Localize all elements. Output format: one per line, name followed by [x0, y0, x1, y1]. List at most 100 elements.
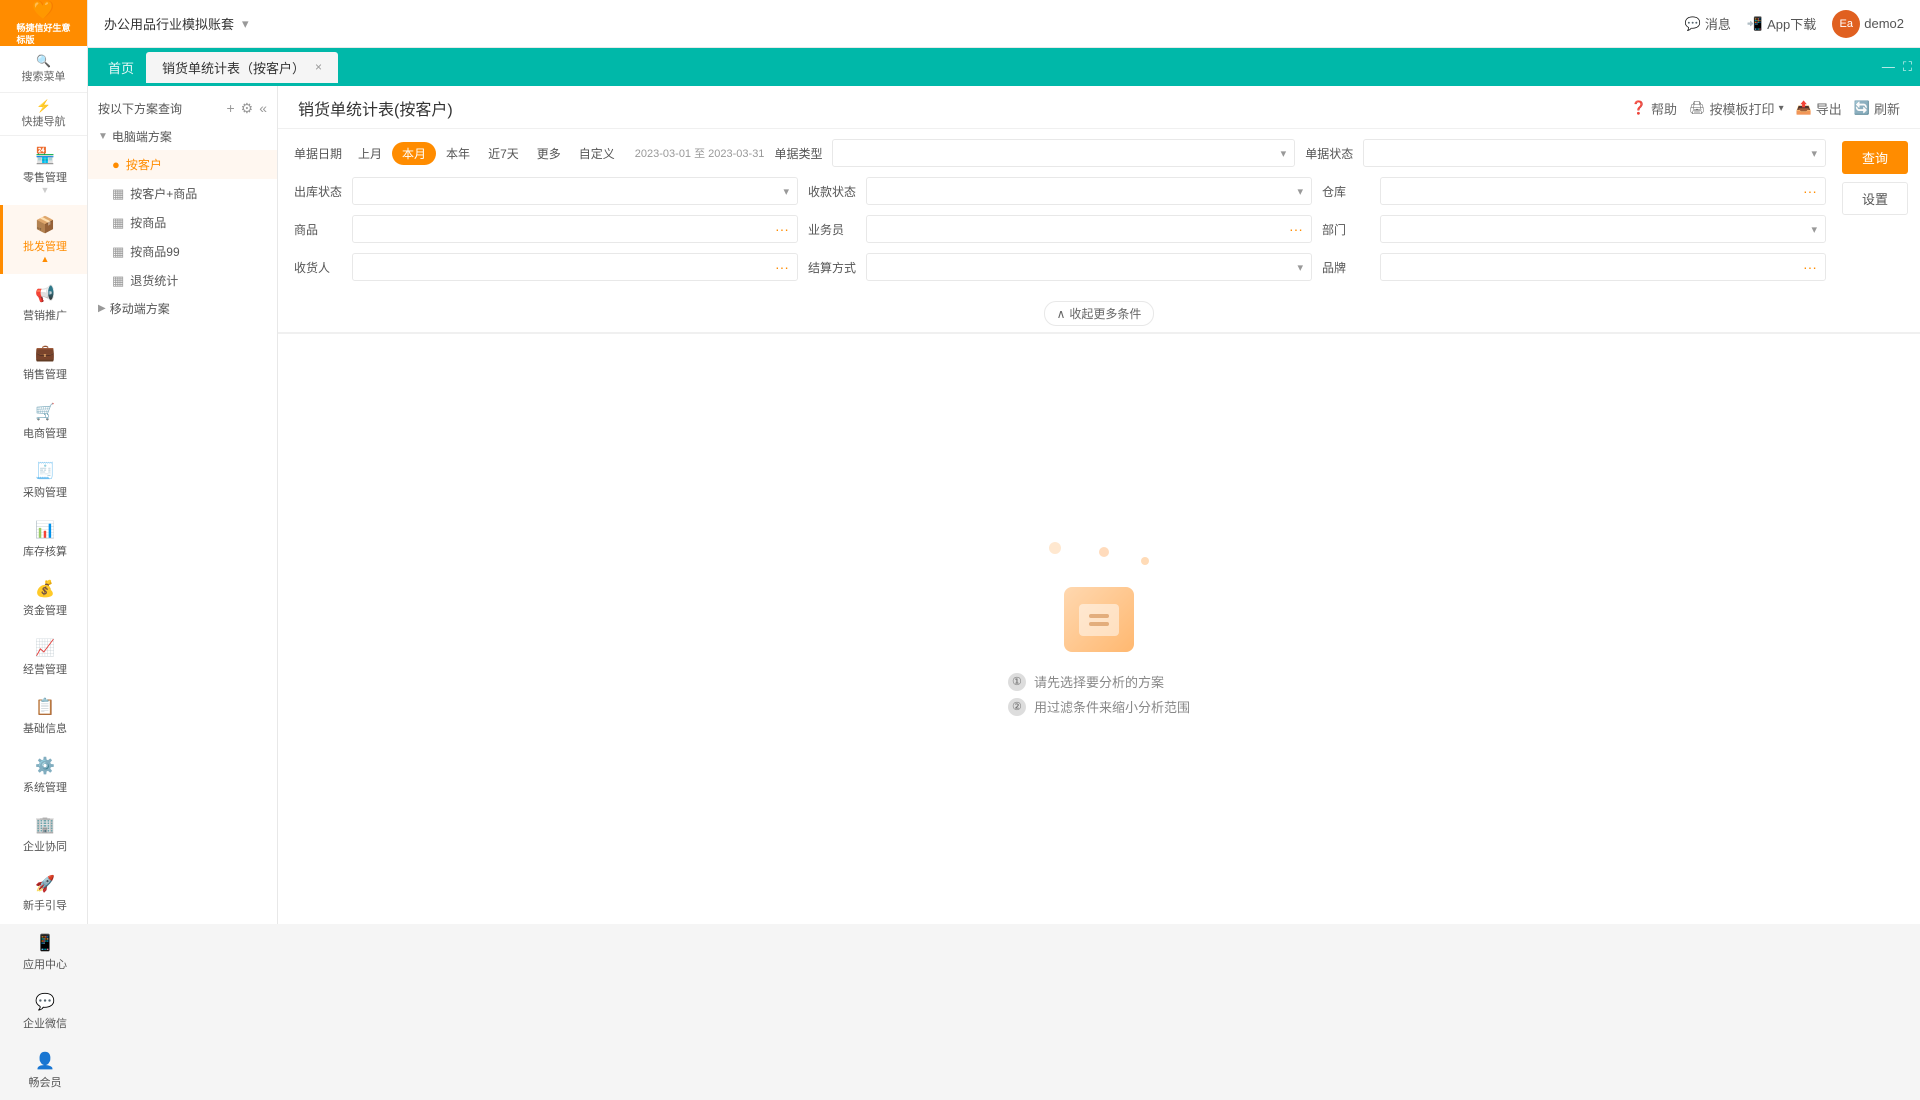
scheme-item-by-goods99[interactable]: ▦ 按商品99: [88, 237, 277, 266]
scheme-item-by-customer-goods[interactable]: ▦ 按客户+商品: [88, 179, 277, 208]
help-button[interactable]: ❓ 帮助: [1631, 99, 1677, 118]
sidebar-item-sales[interactable]: 💼 销售管理: [0, 333, 87, 392]
collapse-icon: ∧: [1057, 307, 1066, 321]
outstatus-control[interactable]: ▾: [352, 177, 798, 205]
doctype-control[interactable]: ▾: [832, 139, 1295, 167]
tab-active[interactable]: 销货单统计表（按客户） ×: [146, 52, 338, 83]
mobile-group-title[interactable]: ▶ 移动端方案: [88, 295, 277, 322]
outstatus-filter: 出库状态 ▾: [294, 177, 798, 205]
tab-home[interactable]: 首页: [96, 52, 146, 83]
settings-button[interactable]: 设置: [1842, 182, 1908, 215]
tab-controls: — ⛶: [1882, 59, 1912, 75]
sidebar-item-ecommerce[interactable]: 🛒 电商管理: [0, 392, 87, 451]
sidebar-item-newbie[interactable]: 🚀 新手引导: [0, 864, 87, 923]
collapse-scheme-button[interactable]: «: [259, 100, 267, 117]
logo[interactable]: 🧡 畅捷信好生意 标版: [0, 0, 87, 46]
refresh-button[interactable]: 🔄 刷新: [1854, 99, 1900, 118]
add-scheme-button[interactable]: +: [226, 100, 234, 117]
docstatus-label: 单据状态: [1305, 145, 1355, 162]
brand-control[interactable]: ···: [1380, 253, 1826, 281]
expand-icon[interactable]: ⛶: [1903, 59, 1912, 75]
query-button[interactable]: 查询: [1842, 141, 1908, 174]
date-tab-more[interactable]: 更多: [529, 142, 569, 165]
sidebar-item-wholesale[interactable]: 📦 批发管理 ▲: [0, 205, 87, 274]
receiptstatus-arrow: ▾: [1297, 185, 1303, 198]
sidebar-item-appcenter[interactable]: 📱 应用中心: [0, 923, 87, 982]
date-tab-7days[interactable]: 近7天: [480, 142, 527, 165]
print-icon: 🖨: [1689, 100, 1706, 116]
step-2-num: ②: [1008, 698, 1026, 716]
group-expand-icon: ▼: [98, 131, 108, 142]
sidebar-item-enterprise[interactable]: 🏢 企业协同: [0, 805, 87, 864]
empty-steps: ① 请先选择要分析的方案 ② 用过滤条件来缩小分析范围: [1008, 672, 1190, 716]
warehouse-control[interactable]: ···: [1380, 177, 1826, 205]
desktop-scheme-group: ▼ 电脑端方案 ● 按客户 ▦ 按客户+商品 ▦ 按商品 ▦ 按商品99: [88, 123, 277, 295]
minimize-icon[interactable]: —: [1882, 59, 1895, 75]
sidebar-item-finance[interactable]: 💰 资金管理: [0, 569, 87, 628]
user-profile[interactable]: Ea demo2: [1832, 10, 1904, 38]
docstatus-control[interactable]: ▾: [1363, 139, 1826, 167]
logo-icon: 🧡: [32, 0, 54, 21]
quick-nav[interactable]: ⚡ 快捷导航: [0, 93, 87, 136]
scheme-bullet-icon: ●: [112, 157, 120, 172]
sales-icon: 💼: [35, 343, 55, 363]
sidebar-item-wechat[interactable]: 💬 企业微信: [0, 982, 87, 1041]
salesperson-filter: 业务员 ···: [808, 215, 1312, 243]
message-button[interactable]: 💬 消息: [1685, 14, 1731, 33]
export-button[interactable]: 📤 导出: [1796, 99, 1842, 118]
topbar-right: 💬 消息 📲 App下载 Ea demo2: [1685, 10, 1904, 38]
date-label: 单据日期: [294, 145, 342, 162]
system-icon: ⚙️: [35, 756, 55, 776]
date-tab-last-month[interactable]: 上月: [350, 142, 390, 165]
search-menu[interactable]: 🔍 搜索菜单: [0, 46, 87, 93]
topbar-dropdown[interactable]: ▾: [242, 16, 249, 32]
department-arrow: ▾: [1811, 223, 1817, 236]
scheme-bar-icon: ▦: [112, 273, 124, 289]
message-icon: 💬: [1685, 16, 1701, 32]
desktop-group-title[interactable]: ▼ 电脑端方案: [88, 123, 277, 150]
sidebar-item-retail[interactable]: 🏪 零售管理 ▼: [0, 136, 87, 205]
sidebar-item-basic[interactable]: 📋 基础信息: [0, 687, 87, 746]
sidebar-item-marketing[interactable]: 📢 营销推广: [0, 274, 87, 333]
wechat-icon: 💬: [35, 992, 55, 1012]
tabbar: 首页 销货单统计表（按客户） × — ⛶: [88, 48, 1920, 86]
tab-close-button[interactable]: ×: [315, 60, 322, 74]
department-control[interactable]: ▾: [1380, 215, 1826, 243]
date-tab-custom[interactable]: 自定义: [571, 142, 623, 165]
goods-control[interactable]: ···: [352, 215, 798, 243]
sidebar-item-purchase[interactable]: 🧾 采购管理: [0, 451, 87, 510]
topbar-left: 办公用品行业模拟账套 ▾: [104, 14, 249, 33]
print-template-button[interactable]: 🖨 按模板打印 ▾: [1689, 99, 1784, 118]
app-download-button[interactable]: 📲 App下载: [1747, 14, 1816, 33]
settings-scheme-button[interactable]: ⚙: [241, 100, 254, 117]
refresh-icon: 🔄: [1854, 100, 1870, 116]
sidebar-item-inventory[interactable]: 📊 库存核算: [0, 510, 87, 569]
content: 按以下方案查询 + ⚙ « ▼ 电脑端方案 ● 按客户 ▦ 按: [88, 86, 1920, 924]
sidebar-item-operations[interactable]: 📈 经营管理: [0, 628, 87, 687]
recipient-control[interactable]: ···: [352, 253, 798, 281]
date-tab-this-year[interactable]: 本年: [438, 142, 478, 165]
receiptstatus-control[interactable]: ▾: [866, 177, 1312, 205]
sidebar-item-system[interactable]: ⚙️ 系统管理: [0, 746, 87, 805]
collapse-button[interactable]: ∧ 收起更多条件: [1044, 301, 1155, 326]
enterprise-icon: 🏢: [35, 815, 55, 835]
scheme-grid-icon-3: ▦: [112, 244, 124, 260]
empty-state: ① 请先选择要分析的方案 ② 用过滤条件来缩小分析范围: [278, 334, 1920, 924]
empty-step-2: ② 用过滤条件来缩小分析范围: [1008, 697, 1190, 716]
doctype-filter: 单据类型 ▾: [774, 139, 1295, 167]
mobile-expand-icon: ▶: [98, 303, 106, 314]
scheme-item-by-customer[interactable]: ● 按客户: [88, 150, 277, 179]
salesperson-control[interactable]: ···: [866, 215, 1312, 243]
settlement-control[interactable]: ▾: [866, 253, 1312, 281]
date-tab-this-month[interactable]: 本月: [392, 142, 436, 165]
scheme-grid-icon-1: ▦: [112, 186, 124, 202]
collapse-bar: ∧ 收起更多条件: [278, 295, 1920, 333]
finance-icon: 💰: [35, 579, 55, 599]
brand-label: 品牌: [1322, 259, 1372, 276]
newbie-icon: 🚀: [35, 874, 55, 894]
scheme-item-by-goods[interactable]: ▦ 按商品: [88, 208, 277, 237]
sidebar-item-member[interactable]: 👤 畅会员: [0, 1041, 87, 1100]
outstatus-arrow: ▾: [783, 185, 789, 198]
scheme-panel-actions: + ⚙ «: [226, 100, 267, 117]
scheme-item-return-stats[interactable]: ▦ 退货统计: [88, 266, 277, 295]
